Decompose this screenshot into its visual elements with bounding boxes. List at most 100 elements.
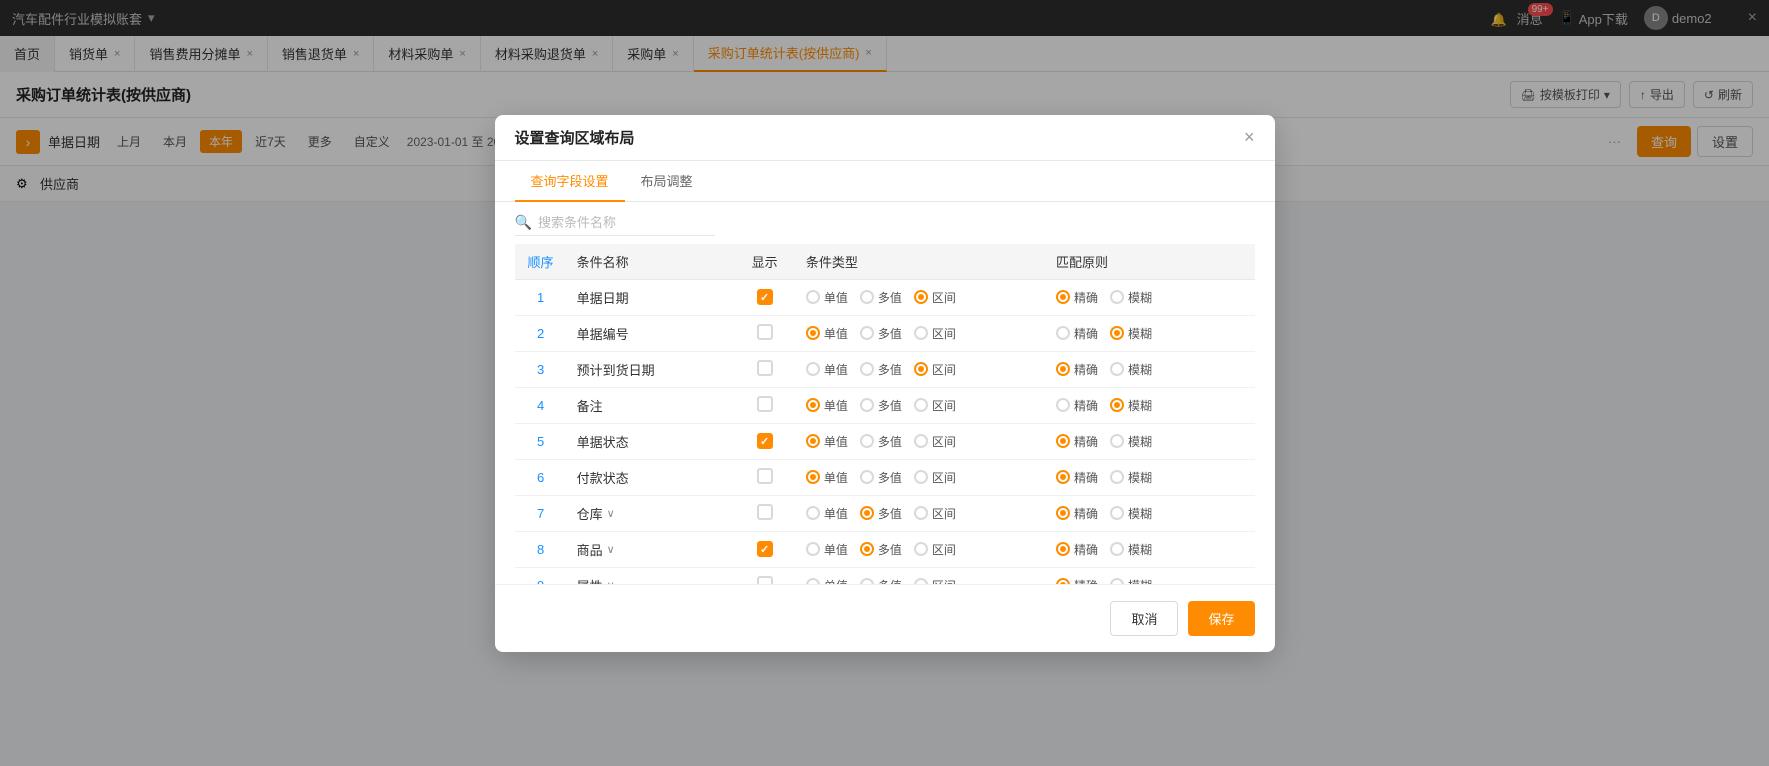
type-radio-type_single-4[interactable]: 单值: [806, 433, 848, 450]
type-radio-type_single-7[interactable]: 单值: [806, 541, 848, 558]
match-radio-match_exact-1[interactable]: 精确: [1056, 325, 1098, 342]
match-radio-match_exact-8[interactable]: 精确: [1056, 577, 1098, 584]
table-row: 7仓库∨单值多值区间精确模糊: [515, 495, 1255, 531]
radio-label: 多值: [878, 289, 902, 306]
display-checkbox-7[interactable]: [757, 541, 773, 557]
match-radio-match_fuzzy-6[interactable]: 模糊: [1110, 505, 1152, 522]
match-radio-match_fuzzy-8[interactable]: 模糊: [1110, 577, 1152, 584]
type-radio-type_range-8[interactable]: 区间: [914, 577, 956, 584]
type-radio-type_range-7[interactable]: 区间: [914, 541, 956, 558]
type-radio-type_range-3[interactable]: 区间: [914, 397, 956, 414]
match-radio-match_fuzzy-0[interactable]: 模糊: [1110, 289, 1152, 306]
display-checkbox-1[interactable]: [757, 324, 773, 340]
radio-dot-icon: [860, 434, 874, 448]
row-order-7: 8: [515, 531, 567, 567]
row-type-2: 单值多值区间: [796, 351, 1046, 387]
type-radio-type_multi-7[interactable]: 多值: [860, 541, 902, 558]
row-order-8: 9: [515, 567, 567, 584]
table-row: 4备注单值多值区间精确模糊: [515, 387, 1255, 423]
match-radio-match_fuzzy-4[interactable]: 模糊: [1110, 433, 1152, 450]
match-radio-match_fuzzy-7[interactable]: 模糊: [1110, 541, 1152, 558]
type-radio-type_single-1[interactable]: 单值: [806, 325, 848, 342]
row-display-5: [733, 459, 796, 495]
type-radio-type_single-3[interactable]: 单值: [806, 397, 848, 414]
type-radio-type_multi-6[interactable]: 多值: [860, 505, 902, 522]
type-radio-type_multi-5[interactable]: 多值: [860, 469, 902, 486]
radio-label: 区间: [932, 289, 956, 306]
radio-label: 精确: [1074, 469, 1098, 486]
modal-tab-layout-adjust[interactable]: 布局调整: [625, 161, 709, 202]
match-radio-match_exact-6[interactable]: 精确: [1056, 505, 1098, 522]
match-radio-match_exact-2[interactable]: 精确: [1056, 361, 1098, 378]
radio-dot-icon: [914, 290, 928, 304]
row-match-4: 精确模糊: [1046, 423, 1254, 459]
search-input[interactable]: [538, 215, 698, 230]
match-radio-match_fuzzy-2[interactable]: 模糊: [1110, 361, 1152, 378]
display-checkbox-0[interactable]: [757, 289, 773, 305]
type-radio-type_single-6[interactable]: 单值: [806, 505, 848, 522]
type-radio-type_multi-4[interactable]: 多值: [860, 433, 902, 450]
display-checkbox-4[interactable]: [757, 433, 773, 449]
radio-label: 多值: [878, 397, 902, 414]
display-checkbox-6[interactable]: [757, 504, 773, 520]
row-type-1: 单值多值区间: [796, 315, 1046, 351]
type-radio-type_single-5[interactable]: 单值: [806, 469, 848, 486]
row-display-6: [733, 495, 796, 531]
conditions-table-container: 顺序 条件名称 显示 条件类型 匹配原则 1单据日期单值多值区间精确模糊2单据编…: [495, 244, 1275, 584]
type-radio-type_single-8[interactable]: 单值: [806, 577, 848, 584]
type-radio-type_single-0[interactable]: 单值: [806, 289, 848, 306]
type-radio-type_range-2[interactable]: 区间: [914, 361, 956, 378]
modal-close-button[interactable]: ×: [1244, 128, 1255, 146]
radio-label: 精确: [1074, 289, 1098, 306]
row-display-2: [733, 351, 796, 387]
radio-label: 模糊: [1128, 541, 1152, 558]
type-radio-type_range-0[interactable]: 区间: [914, 289, 956, 306]
match-radio-match_exact-7[interactable]: 精确: [1056, 541, 1098, 558]
match-radio-match_exact-4[interactable]: 精确: [1056, 433, 1098, 450]
row-match-8: 精确 模糊: [1046, 567, 1254, 584]
match-radio-match_fuzzy-3[interactable]: 模糊: [1110, 397, 1152, 414]
match-radio-match_fuzzy-5[interactable]: 模糊: [1110, 469, 1152, 486]
match-radio-match_exact-3[interactable]: 精确: [1056, 397, 1098, 414]
radio-label: 区间: [932, 541, 956, 558]
radio-dot-icon: [860, 506, 874, 520]
display-checkbox-2[interactable]: [757, 360, 773, 376]
radio-dot-icon: [1056, 290, 1070, 304]
expand-icon[interactable]: ∨: [607, 543, 615, 556]
row-name-0: 单据日期: [567, 279, 734, 315]
row-name-4: 单据状态: [567, 423, 734, 459]
modal-tab-field-settings[interactable]: 查询字段设置: [515, 161, 625, 202]
modal-footer: 取消 保存: [495, 584, 1275, 652]
match-radio-match_exact-0[interactable]: 精确: [1056, 289, 1098, 306]
type-radio-type_single-2[interactable]: 单值: [806, 361, 848, 378]
radio-dot-icon: [914, 470, 928, 484]
table-row: 9属性∨单值多值区间精确模糊: [515, 567, 1255, 584]
match-radio-match_fuzzy-1[interactable]: 模糊: [1110, 325, 1152, 342]
expand-icon[interactable]: ∨: [607, 507, 615, 520]
display-checkbox-3[interactable]: [757, 396, 773, 412]
type-radio-type_range-6[interactable]: 区间: [914, 505, 956, 522]
radio-dot-icon: [806, 290, 820, 304]
radio-label: 单值: [824, 505, 848, 522]
display-checkbox-5[interactable]: [757, 468, 773, 484]
type-radio-type_multi-8[interactable]: 多值: [860, 577, 902, 584]
row-match-1: 精确模糊: [1046, 315, 1254, 351]
type-radio-type_multi-3[interactable]: 多值: [860, 397, 902, 414]
type-radio-type_multi-0[interactable]: 多值: [860, 289, 902, 306]
type-radio-type_multi-2[interactable]: 多值: [860, 361, 902, 378]
radio-dot-icon: [806, 398, 820, 412]
radio-dot-icon: [1056, 362, 1070, 376]
condition-name: 属性: [577, 576, 603, 584]
match-radio-match_exact-5[interactable]: 精确: [1056, 469, 1098, 486]
type-radio-type_range-1[interactable]: 区间: [914, 325, 956, 342]
display-checkbox-8[interactable]: [757, 576, 773, 584]
radio-dot-icon: [914, 506, 928, 520]
type-radio-type_multi-1[interactable]: 多值: [860, 325, 902, 342]
radio-dot-icon: [806, 470, 820, 484]
cancel-button[interactable]: 取消: [1110, 601, 1178, 636]
type-radio-type_range-5[interactable]: 区间: [914, 469, 956, 486]
save-button[interactable]: 保存: [1188, 601, 1254, 636]
type-radio-type_range-4[interactable]: 区间: [914, 433, 956, 450]
row-name-7: 商品∨: [567, 531, 734, 567]
radio-label: 精确: [1074, 397, 1098, 414]
